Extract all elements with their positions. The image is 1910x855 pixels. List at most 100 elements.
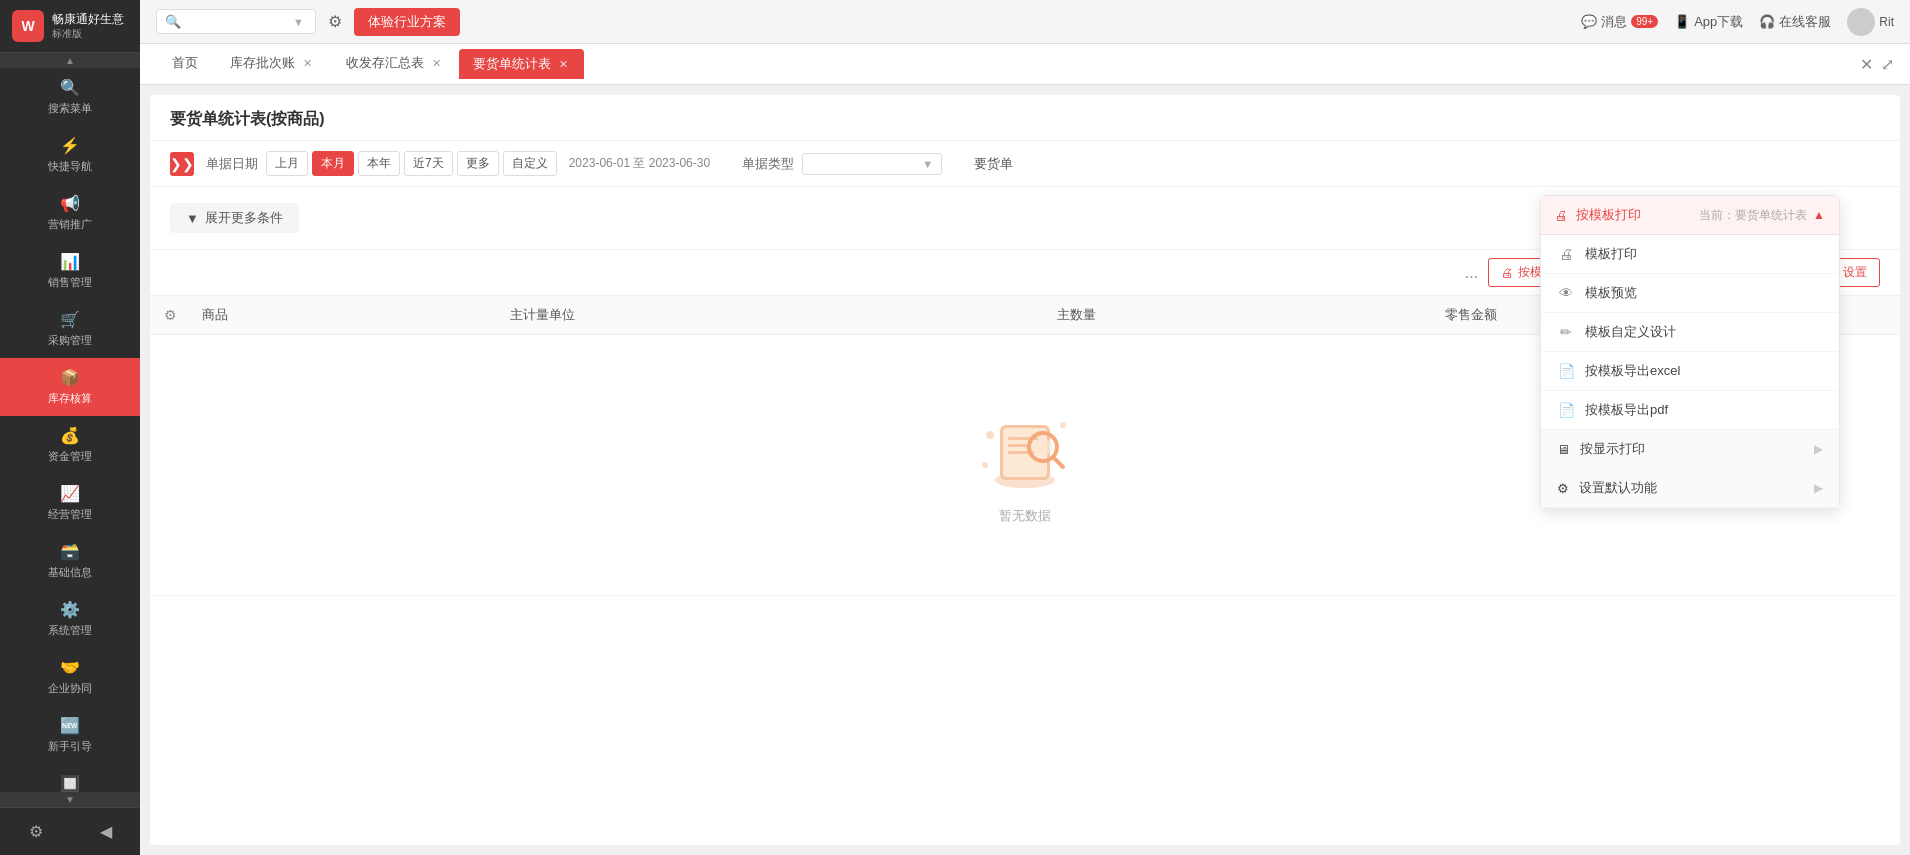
- search-input[interactable]: [187, 15, 287, 29]
- empty-state-icon: [975, 405, 1075, 495]
- settings-bottom-btn[interactable]: ⚙: [25, 818, 47, 845]
- col-settings: ⚙: [150, 296, 190, 335]
- maximize-window-btn[interactable]: ⤢: [1881, 55, 1894, 74]
- svg-point-7: [1034, 438, 1052, 456]
- collection-tab-label: 收发存汇总表: [346, 54, 424, 72]
- template-preview-label: 模板预览: [1585, 284, 1823, 302]
- logo-text: 畅康通好生意 标准版: [52, 12, 124, 41]
- user-avatar-btn[interactable]: Rit: [1847, 8, 1894, 36]
- dropdown-item-export-excel[interactable]: 📄 按模板导出excel: [1541, 352, 1839, 391]
- sidebar-item-finance[interactable]: 💰 资金管理: [0, 416, 140, 474]
- current-year-btn[interactable]: 本年: [358, 151, 400, 176]
- search-dropdown-icon[interactable]: ▼: [293, 16, 304, 28]
- sidebar-label-operations: 经营管理: [48, 507, 92, 522]
- messages-btn[interactable]: 💬 消息 99+: [1581, 13, 1658, 31]
- expand-more-btn[interactable]: ▼ 展开更多条件: [170, 203, 299, 233]
- yaohuodan-filter: 要货单: [974, 155, 1013, 173]
- col-unit: 主计量单位: [498, 296, 1045, 335]
- scroll-up-indicator[interactable]: ▲: [0, 53, 140, 68]
- current-month-btn[interactable]: 本月: [312, 151, 354, 176]
- sidebar-item-basic[interactable]: 🗃️ 基础信息: [0, 532, 140, 590]
- doc-type-label: 单据类型: [742, 155, 794, 173]
- last7days-btn[interactable]: 近7天: [404, 151, 453, 176]
- marketing-nav-icon: 📢: [60, 194, 80, 213]
- display-print-arrow: ▶: [1814, 442, 1823, 456]
- close-window-btn[interactable]: ✕: [1860, 55, 1873, 74]
- table-settings-icon[interactable]: ⚙: [164, 307, 177, 323]
- search-icon: 🔍: [165, 14, 181, 29]
- dropdown-display-print[interactable]: 🖥 按显示打印 ▶: [1541, 430, 1839, 469]
- guide-nav-icon: 🆕: [60, 716, 80, 735]
- dropdown-item-template-preview[interactable]: 👁 模板预览: [1541, 274, 1839, 313]
- home-tab-label: 首页: [172, 54, 198, 72]
- sidebar-item-enterprise[interactable]: 🤝 企业协同: [0, 648, 140, 706]
- prev-month-btn[interactable]: 上月: [266, 151, 308, 176]
- purchase-nav-icon: 🛒: [60, 310, 80, 329]
- dropdown-chevron-up-icon[interactable]: ▲: [1813, 208, 1825, 222]
- print-icon: 🖨: [1501, 266, 1513, 280]
- sidebar-label-search: 搜索菜单: [48, 101, 92, 116]
- dropdown-item-template-design[interactable]: ✏ 模板自定义设计: [1541, 313, 1839, 352]
- sidebar-label-inventory: 库存核算: [48, 391, 92, 406]
- doc-type-select[interactable]: ▼: [802, 153, 942, 175]
- tab-home[interactable]: 首页: [156, 44, 214, 84]
- basic-nav-icon: 🗃️: [60, 542, 80, 561]
- order-stat-tab-label: 要货单统计表: [473, 55, 551, 73]
- tab-collection[interactable]: 收发存汇总表 ✕: [330, 44, 459, 84]
- sidebar-label-shortcut: 快捷导航: [48, 159, 92, 174]
- sidebar-item-inventory[interactable]: 📦 库存核算: [0, 358, 140, 416]
- dropdown-title-group: 🖨 按模板打印: [1555, 206, 1641, 224]
- dropdown-set-default[interactable]: ⚙ 设置默认功能 ▶: [1541, 469, 1839, 508]
- print-header-icon: 🖨: [1555, 208, 1568, 223]
- tab-batch[interactable]: 库存批次账 ✕: [214, 44, 330, 84]
- collection-tab-close[interactable]: ✕: [430, 57, 443, 70]
- topbar-settings-icon[interactable]: ⚙: [328, 12, 342, 31]
- sidebar-label-sales: 销售管理: [48, 275, 92, 290]
- action-dots-btn[interactable]: ...: [1465, 264, 1478, 282]
- col-quantity: 主数量: [1045, 296, 1433, 335]
- sidebar-item-guide[interactable]: 🆕 新手引导: [0, 706, 140, 764]
- batch-tab-close[interactable]: ✕: [301, 57, 314, 70]
- sidebar-item-shortcut[interactable]: ⚡ 快捷导航: [0, 126, 140, 184]
- tabbar: 首页 库存批次账 ✕ 收发存汇总表 ✕ 要货单统计表 ✕ ✕ ⤢: [140, 44, 1910, 85]
- page-header: 要货单统计表(按商品): [150, 95, 1900, 141]
- sidebar-nav: 🔍 搜索菜单 ⚡ 快捷导航 📢 营销推广 📊 销售管理 🛒 采购管理 📦 库存核…: [0, 68, 140, 792]
- order-stat-tab-close[interactable]: ✕: [557, 58, 570, 71]
- sidebar-item-sales[interactable]: 📊 销售管理: [0, 242, 140, 300]
- system-nav-icon: ⚙️: [60, 600, 80, 619]
- date-label: 单据日期: [206, 155, 258, 173]
- svg-point-9: [986, 431, 994, 439]
- scroll-down-indicator[interactable]: ▼: [0, 792, 140, 807]
- sidebar-label-system: 系统管理: [48, 623, 92, 638]
- tab-order-stat[interactable]: 要货单统计表 ✕: [459, 49, 584, 79]
- topbar-search-box[interactable]: 🔍 ▼: [156, 9, 316, 34]
- empty-message: 暂无数据: [999, 507, 1051, 525]
- sidebar-item-search[interactable]: 🔍 搜索菜单: [0, 68, 140, 126]
- svg-rect-4: [1008, 444, 1030, 447]
- app-logo: W 畅康通好生意 标准版: [0, 0, 140, 53]
- sidebar-item-marketing[interactable]: 📢 营销推广: [0, 184, 140, 242]
- edition-label: 标准版: [52, 27, 124, 40]
- sidebar-item-apps[interactable]: 🔲 应用中心: [0, 764, 140, 792]
- custom-date-btn[interactable]: 自定义: [503, 151, 557, 176]
- svg-point-11: [982, 462, 988, 468]
- online-service-btn[interactable]: 🎧 在线客服: [1759, 13, 1831, 31]
- dropdown-item-export-pdf[interactable]: 📄 按模板导出pdf: [1541, 391, 1839, 430]
- messages-label: 消息: [1601, 13, 1627, 31]
- filter-expand-btn[interactable]: ❯❯: [170, 152, 194, 176]
- template-design-icon: ✏: [1557, 324, 1575, 340]
- sidebar-item-system[interactable]: ⚙️ 系统管理: [0, 590, 140, 648]
- doc-type-dropdown-icon: ▼: [922, 158, 933, 170]
- template-print-dropdown: 🖨 按模板打印 当前：要货单统计表 ▲ 🖨 模板打印 👁 模板预览 ✏ 模板自定…: [1540, 195, 1840, 509]
- dropdown-item-template-print[interactable]: 🖨 模板打印: [1541, 235, 1839, 274]
- sidebar: W 畅康通好生意 标准版 ▲ 🔍 搜索菜单 ⚡ 快捷导航 📢 营销推广 📊 销售…: [0, 0, 140, 855]
- app-download-btn[interactable]: 📱 App下载: [1674, 13, 1743, 31]
- trial-button[interactable]: 体验行业方案: [354, 8, 460, 36]
- collapse-btn[interactable]: ◀: [96, 818, 116, 845]
- more-date-btn[interactable]: 更多: [457, 151, 499, 176]
- sidebar-label-guide: 新手引导: [48, 739, 92, 754]
- sidebar-label-purchase: 采购管理: [48, 333, 92, 348]
- content-area: 要货单统计表(按商品) ❯❯ 单据日期 上月 本月 本年 近7天 更多 自定义 …: [150, 95, 1900, 845]
- sidebar-item-purchase[interactable]: 🛒 采购管理: [0, 300, 140, 358]
- sidebar-item-operations[interactable]: 📈 经营管理: [0, 474, 140, 532]
